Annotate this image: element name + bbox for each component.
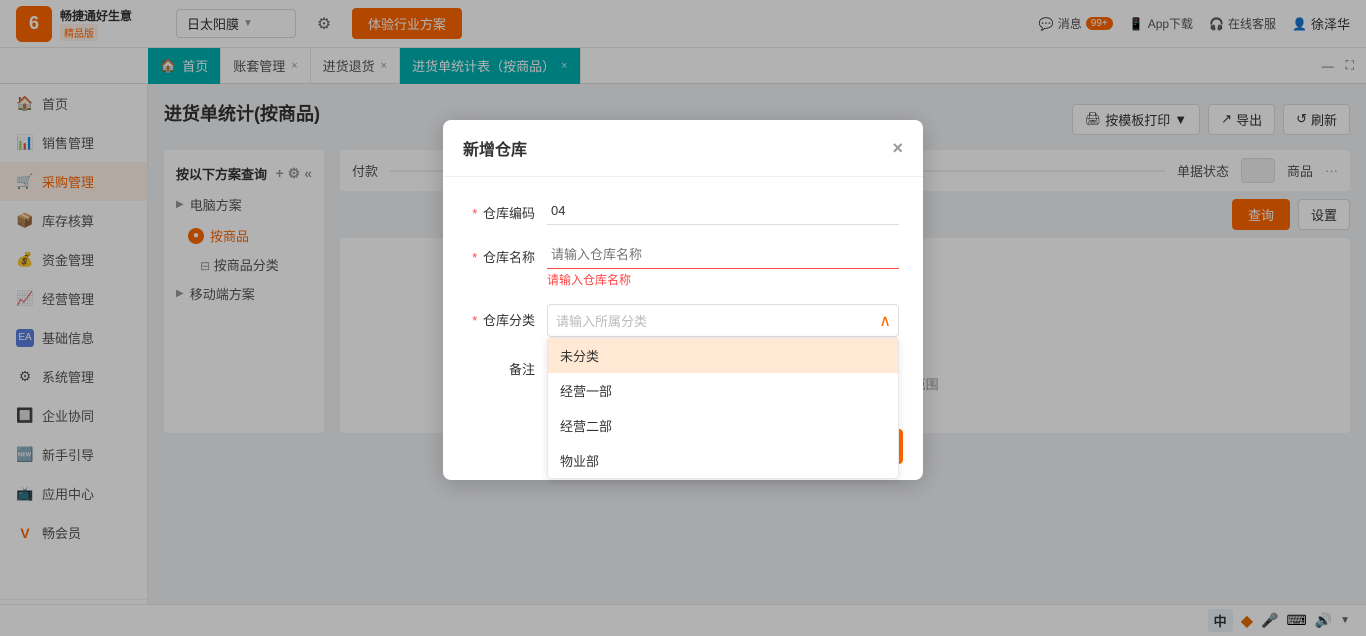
warehouse-name-label: * 仓库名称 [467,241,547,266]
modal-body: * 仓库编码 * 仓库名称 请输入仓库名称 * 仓库分类 [443,177,923,417]
warehouse-category-select[interactable]: 请输入所属分类 ∧ [547,304,899,337]
category-dropdown: 未分类 经营一部 经营二部 物业部 [547,337,899,479]
warehouse-code-input[interactable] [547,197,899,225]
warehouse-code-row: * 仓库编码 [467,197,899,225]
dropdown-item-1[interactable]: 经营一部 [548,373,898,408]
warehouse-name-row: * 仓库名称 请输入仓库名称 [467,241,899,288]
warehouse-code-label: * 仓库编码 [467,197,547,222]
modal-title: 新增仓库 [463,136,527,160]
warehouse-category-field: 请输入所属分类 ∧ 未分类 经营一部 经营二部 物业部 [547,304,899,337]
category-arrow-icon: ∧ [879,311,891,331]
warehouse-category-row: * 仓库分类 请输入所属分类 ∧ 未分类 经营一部 经营二部 物业部 [467,304,899,337]
warehouse-name-error: 请输入仓库名称 [547,271,899,288]
dropdown-item-3[interactable]: 物业部 [548,443,898,478]
modal-close-button[interactable]: × [892,138,903,159]
warehouse-category-label: * 仓库分类 [467,304,547,329]
warehouse-name-field: 请输入仓库名称 [547,241,899,288]
warehouse-code-field [547,197,899,225]
dropdown-item-2[interactable]: 经营二部 [548,408,898,443]
modal-header: 新增仓库 × [443,120,923,177]
warehouse-name-input[interactable] [547,241,899,269]
note-label: 备注 [467,353,547,378]
new-warehouse-modal: 新增仓库 × * 仓库编码 * 仓库名称 请输入仓库名称 [443,120,923,480]
dropdown-item-0[interactable]: 未分类 [548,338,898,373]
